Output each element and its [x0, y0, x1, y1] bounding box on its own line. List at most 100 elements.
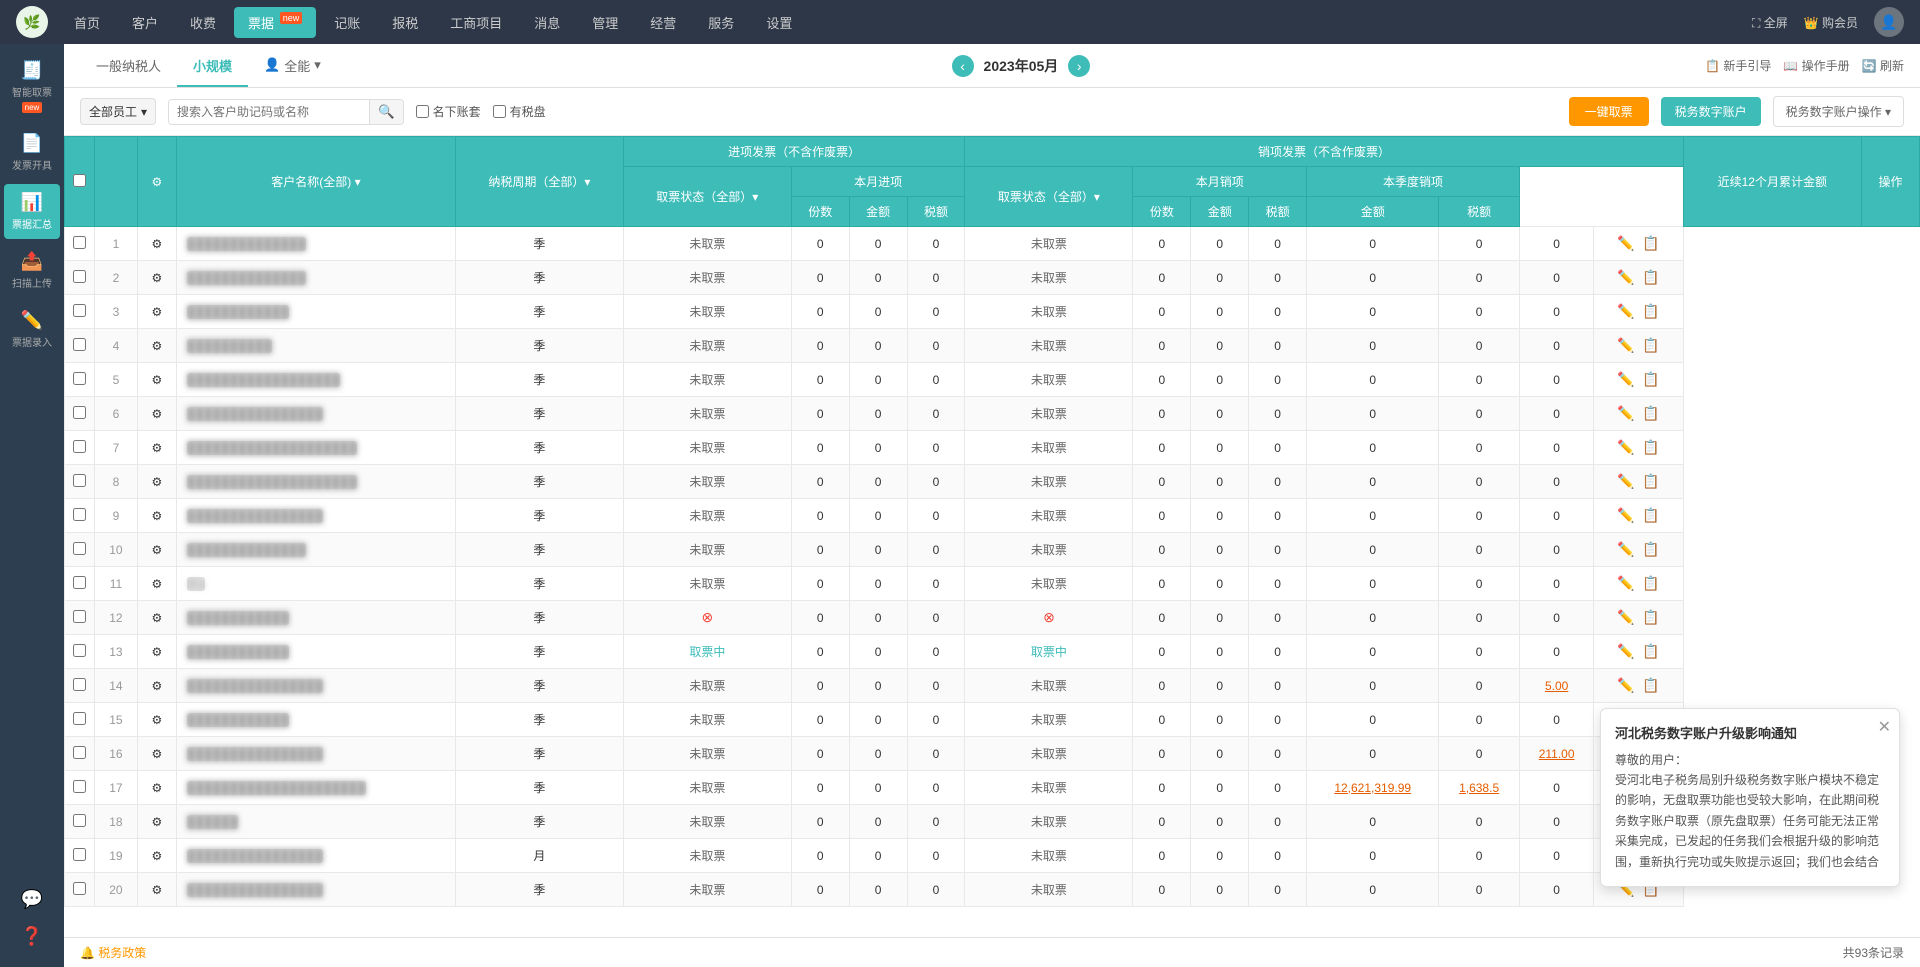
select-all-checkbox[interactable]	[73, 174, 86, 187]
copy-button[interactable]: 📋	[1640, 437, 1661, 458]
row-checkbox[interactable]	[73, 236, 86, 249]
settings-icon[interactable]: ⚙	[152, 679, 163, 693]
th-output-status[interactable]: 取票状态（全部）▾	[965, 167, 1133, 227]
checkbox-my-accounts[interactable]: 名下账套	[416, 103, 481, 120]
row-checkbox[interactable]	[73, 338, 86, 351]
row-checkbox[interactable]	[73, 882, 86, 895]
sidebar-item-invoice-entry[interactable]: ✏️ 票据录入	[4, 302, 60, 357]
row-settings-cell[interactable]: ⚙	[137, 227, 176, 261]
edit-button[interactable]: ✏️	[1615, 675, 1636, 696]
cumulative-link[interactable]: 5.00	[1545, 679, 1568, 693]
row-checkbox-cell[interactable]	[65, 771, 95, 805]
sidebar-item-help[interactable]: ❓	[4, 918, 60, 955]
row-checkbox-cell[interactable]	[65, 533, 95, 567]
row-settings-cell[interactable]: ⚙	[137, 499, 176, 533]
search-input[interactable]	[169, 101, 369, 123]
copy-button[interactable]: 📋	[1640, 607, 1661, 628]
settings-icon[interactable]: ⚙	[152, 883, 163, 897]
copy-button[interactable]: 📋	[1640, 267, 1661, 288]
settings-icon[interactable]: ⚙	[152, 271, 163, 285]
row-checkbox[interactable]	[73, 712, 86, 725]
row-checkbox-cell[interactable]	[65, 737, 95, 771]
settings-icon[interactable]: ⚙	[152, 645, 163, 659]
row-checkbox-cell[interactable]	[65, 397, 95, 431]
row-settings-cell[interactable]: ⚙	[137, 737, 176, 771]
search-button[interactable]: 🔍	[369, 100, 403, 124]
edit-button[interactable]: ✏️	[1615, 437, 1636, 458]
row-checkbox-cell[interactable]	[65, 567, 95, 601]
row-checkbox-cell[interactable]	[65, 601, 95, 635]
my-accounts-checkbox[interactable]	[416, 105, 429, 118]
copy-button[interactable]: 📋	[1640, 505, 1661, 526]
row-settings-cell[interactable]: ⚙	[137, 601, 176, 635]
row-checkbox-cell[interactable]	[65, 669, 95, 703]
sidebar-item-smart-invoice[interactable]: 🧾 智能取票 new	[4, 52, 60, 121]
row-checkbox-cell[interactable]	[65, 363, 95, 397]
edit-button[interactable]: ✏️	[1615, 573, 1636, 594]
deduct-amount-link[interactable]: 12,621,319.99	[1334, 781, 1411, 795]
fullscreen-button[interactable]: ⛶ 全屏	[1752, 14, 1788, 31]
row-checkbox-cell[interactable]	[65, 261, 95, 295]
row-checkbox[interactable]	[73, 542, 86, 555]
nav-client[interactable]: 客户	[118, 7, 172, 38]
settings-icon[interactable]: ⚙	[152, 543, 163, 557]
refresh-button[interactable]: 🔄 刷新	[1862, 57, 1904, 74]
row-checkbox[interactable]	[73, 644, 86, 657]
edit-button[interactable]: ✏️	[1615, 641, 1636, 662]
row-checkbox-cell[interactable]	[65, 465, 95, 499]
edit-button[interactable]: ✏️	[1615, 607, 1636, 628]
tax-policy-link[interactable]: 🔔 税务政策	[80, 944, 146, 961]
edit-button[interactable]: ✏️	[1615, 335, 1636, 356]
sidebar-item-open-invoice[interactable]: 📄 发票开具	[4, 125, 60, 180]
nav-tax[interactable]: 报税	[378, 7, 432, 38]
tax-digital-account-button[interactable]: 税务数字账户	[1661, 97, 1761, 126]
prev-month-button[interactable]: ‹	[952, 55, 974, 77]
edit-button[interactable]: ✏️	[1615, 403, 1636, 424]
settings-icon[interactable]: ⚙	[152, 849, 163, 863]
th-tax-period[interactable]: 纳税周期（全部）▾	[455, 137, 623, 227]
copy-button[interactable]: 📋	[1640, 539, 1661, 560]
nav-message[interactable]: 消息	[520, 7, 574, 38]
user-avatar[interactable]: 👤	[1874, 7, 1904, 37]
row-settings-cell[interactable]: ⚙	[137, 669, 176, 703]
edit-button[interactable]: ✏️	[1615, 539, 1636, 560]
has-tax-disk-checkbox[interactable]	[493, 105, 506, 118]
employee-filter[interactable]: 全部员工 ▾	[80, 98, 156, 125]
row-settings-cell[interactable]: ⚙	[137, 771, 176, 805]
settings-icon[interactable]: ⚙	[152, 475, 163, 489]
row-settings-cell[interactable]: ⚙	[137, 873, 176, 907]
row-checkbox[interactable]	[73, 780, 86, 793]
tab-small-scale[interactable]: 小规模	[177, 46, 248, 87]
row-checkbox-cell[interactable]	[65, 431, 95, 465]
edit-button[interactable]: ✏️	[1615, 471, 1636, 492]
row-checkbox[interactable]	[73, 406, 86, 419]
row-checkbox[interactable]	[73, 848, 86, 861]
row-settings-cell[interactable]: ⚙	[137, 465, 176, 499]
row-checkbox-cell[interactable]	[65, 805, 95, 839]
row-settings-cell[interactable]: ⚙	[137, 635, 176, 669]
row-checkbox[interactable]	[73, 678, 86, 691]
one-click-invoice-button[interactable]: 一键取票	[1569, 97, 1649, 126]
settings-icon[interactable]: ⚙	[152, 407, 163, 421]
row-checkbox-cell[interactable]	[65, 295, 95, 329]
notification-close-button[interactable]: ✕	[1878, 717, 1891, 737]
row-checkbox-cell[interactable]	[65, 873, 95, 907]
checkbox-has-tax-disk[interactable]: 有税盘	[493, 103, 546, 120]
row-checkbox[interactable]	[73, 372, 86, 385]
row-settings-cell[interactable]: ⚙	[137, 431, 176, 465]
row-checkbox[interactable]	[73, 474, 86, 487]
row-settings-cell[interactable]: ⚙	[137, 533, 176, 567]
edit-button[interactable]: ✏️	[1615, 369, 1636, 390]
row-checkbox-cell[interactable]	[65, 839, 95, 873]
row-settings-cell[interactable]: ⚙	[137, 363, 176, 397]
settings-icon[interactable]: ⚙	[152, 577, 163, 591]
edit-button[interactable]: ✏️	[1615, 505, 1636, 526]
row-checkbox[interactable]	[73, 440, 86, 453]
row-checkbox[interactable]	[73, 746, 86, 759]
settings-icon[interactable]: ⚙	[152, 815, 163, 829]
row-checkbox-cell[interactable]	[65, 329, 95, 363]
row-settings-cell[interactable]: ⚙	[137, 805, 176, 839]
row-checkbox[interactable]	[73, 508, 86, 521]
settings-icon[interactable]: ⚙	[152, 747, 163, 761]
th-client-name[interactable]: 客户名称(全部) ▾	[177, 137, 456, 227]
